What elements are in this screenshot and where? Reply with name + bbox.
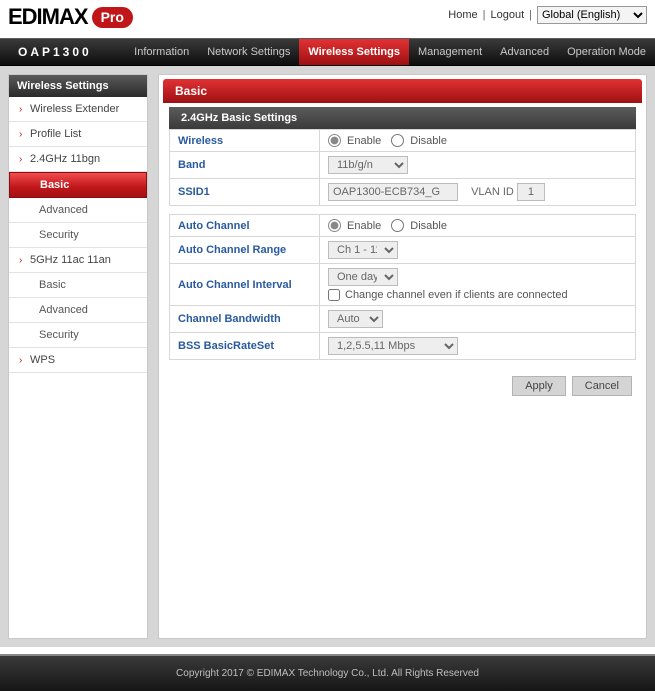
autorange-select[interactable]: Ch 1 - 11: [328, 241, 398, 259]
row-band-label: Band: [170, 152, 320, 179]
bss-select[interactable]: 1,2,5.5,11 Mbps: [328, 337, 458, 355]
sidebar-item-label: 5GHz 11ac 11an: [30, 254, 111, 266]
ssid-input[interactable]: [328, 183, 458, 201]
logo: EDIMAX Pro: [8, 4, 133, 30]
sidebar-item-label: Basic: [40, 179, 69, 191]
sidebar-item-24ghz[interactable]: › 2.4GHz 11bgn: [9, 147, 147, 172]
row-autochannel-label: Auto Channel: [170, 215, 320, 237]
autointerval-select[interactable]: One day: [328, 268, 398, 286]
radio-label-enable: Enable: [347, 135, 381, 147]
sidebar-sub-advanced-24[interactable]: Advanced: [9, 198, 147, 223]
product-name: OAP1300: [0, 39, 110, 65]
row-ssid-label: SSID1: [170, 179, 320, 206]
sidebar-item-label: Security: [39, 329, 79, 341]
wireless-enable-radio[interactable]: [328, 134, 341, 147]
chevron-right-icon: ›: [19, 154, 25, 165]
sidebar-sub-security-5[interactable]: Security: [9, 323, 147, 348]
chevron-right-icon: ›: [19, 129, 25, 140]
sidebar-item-label: Profile List: [30, 128, 81, 140]
sidebar-item-label: 2.4GHz 11bgn: [30, 153, 100, 165]
row-wireless-label: Wireless: [170, 130, 320, 152]
sidebar-item-5ghz[interactable]: › 5GHz 11ac 11an: [9, 248, 147, 273]
separator: |: [529, 9, 532, 21]
sidebar-item-wireless-extender[interactable]: › Wireless Extender: [9, 97, 147, 122]
vlan-label: VLAN ID: [471, 186, 514, 198]
tab-management[interactable]: Management: [409, 39, 491, 65]
separator: |: [483, 9, 486, 21]
autochannel-disable-radio[interactable]: [391, 219, 404, 232]
tab-wireless-settings[interactable]: Wireless Settings: [299, 39, 409, 65]
home-link[interactable]: Home: [448, 9, 477, 21]
tab-strip: Information Network Settings Wireless Se…: [125, 39, 655, 65]
row-autorange-label: Auto Channel Range: [170, 237, 320, 264]
panel-title: Basic: [163, 79, 642, 103]
autochannel-enable-radio[interactable]: [328, 219, 341, 232]
row-bss-label: BSS BasicRateSet: [170, 333, 320, 360]
logo-text: EDIMAX: [8, 4, 88, 30]
chevron-right-icon: ›: [19, 104, 25, 115]
sidebar-sub-basic-5[interactable]: Basic: [9, 273, 147, 298]
sidebar: Wireless Settings › Wireless Extender › …: [8, 74, 148, 639]
wireless-radio-group: Enable Disable: [328, 134, 627, 147]
change-even-label: Change channel even if clients are conne…: [345, 289, 568, 301]
wireless-disable-radio[interactable]: [391, 134, 404, 147]
settings-table-2: Auto Channel Enable Disable Auto Channel…: [169, 214, 636, 360]
sidebar-title: Wireless Settings: [9, 75, 147, 97]
change-even-checkbox[interactable]: [328, 289, 340, 301]
sidebar-item-profile-list[interactable]: › Profile List: [9, 122, 147, 147]
chevron-right-icon: ›: [19, 255, 25, 266]
radio-label-disable: Disable: [410, 220, 447, 232]
autochannel-radio-group: Enable Disable: [328, 219, 627, 232]
sidebar-item-label: Advanced: [39, 204, 88, 216]
row-autointerval-label: Auto Channel Interval: [170, 264, 320, 306]
footer: Copyright 2017 © EDIMAX Technology Co., …: [0, 654, 655, 691]
radio-label-enable: Enable: [347, 220, 381, 232]
tab-operation-mode[interactable]: Operation Mode: [558, 39, 655, 65]
tab-network-settings[interactable]: Network Settings: [198, 39, 299, 65]
sidebar-item-label: Security: [39, 229, 79, 241]
sidebar-item-label: Basic: [39, 279, 66, 291]
radio-label-disable: Disable: [410, 135, 447, 147]
section-title: 2.4GHz Basic Settings: [169, 107, 636, 129]
tab-information[interactable]: Information: [125, 39, 198, 65]
main-panel: Basic 2.4GHz Basic Settings Wireless Ena…: [158, 74, 647, 639]
top-nav: OAP1300 Information Network Settings Wir…: [0, 38, 655, 66]
language-select[interactable]: Global (English): [537, 6, 647, 24]
logout-link[interactable]: Logout: [490, 9, 524, 21]
sidebar-item-label: WPS: [30, 354, 55, 366]
cancel-button[interactable]: Cancel: [572, 376, 632, 396]
band-select[interactable]: 11b/g/n: [328, 156, 408, 174]
sidebar-item-wps[interactable]: › WPS: [9, 348, 147, 373]
sidebar-sub-advanced-5[interactable]: Advanced: [9, 298, 147, 323]
row-bandwidth-label: Channel Bandwidth: [170, 306, 320, 333]
apply-button[interactable]: Apply: [512, 376, 566, 396]
settings-table-1: Wireless Enable Disable Band: [169, 129, 636, 206]
sidebar-item-label: Wireless Extender: [30, 103, 119, 115]
sidebar-item-label: Advanced: [39, 304, 88, 316]
chevron-right-icon: ›: [19, 355, 25, 366]
tab-advanced[interactable]: Advanced: [491, 39, 558, 65]
vlan-input[interactable]: [517, 183, 545, 201]
sidebar-sub-security-24[interactable]: Security: [9, 223, 147, 248]
header-bar: EDIMAX Pro Home | Logout | Global (Engli…: [0, 0, 655, 38]
bandwidth-select[interactable]: Auto: [328, 310, 383, 328]
button-bar: Apply Cancel: [159, 368, 646, 396]
logo-pro-badge: Pro: [92, 7, 133, 28]
sidebar-sub-basic-24[interactable]: Basic: [9, 172, 147, 198]
